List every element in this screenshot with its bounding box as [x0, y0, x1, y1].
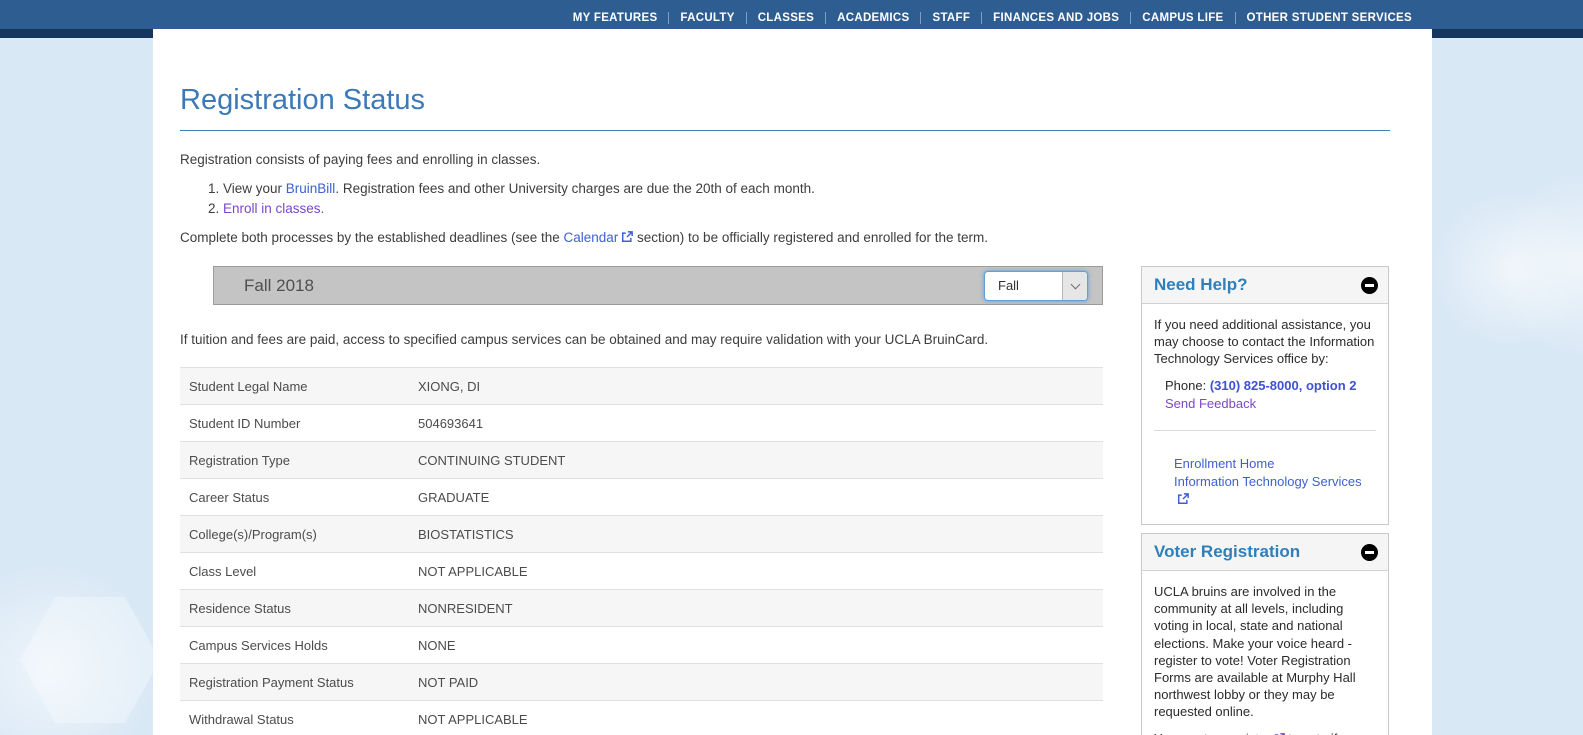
- external-link-icon: [621, 231, 634, 246]
- registration-steps-list: View your BruinBill. Registration fees a…: [180, 181, 1390, 216]
- phone-block: Phone: (310) 825-8000, option 2 Send Fee…: [1165, 377, 1376, 412]
- table-row: Registration Type CONTINUING STUDENT: [180, 441, 1103, 479]
- term-select[interactable]: Fall: [984, 270, 1088, 301]
- voter-registration-box: Voter Registration UCLA bruins are invol…: [1141, 533, 1389, 735]
- external-link-icon: [1177, 492, 1189, 510]
- collapse-minus-icon[interactable]: [1361, 543, 1378, 561]
- row-value: BIOSTATISTICS: [418, 526, 514, 542]
- step1-text-pre: View your: [223, 181, 286, 196]
- row-value: NOT PAID: [418, 674, 479, 690]
- nav-separator: [668, 12, 670, 24]
- nav-separator: [745, 12, 747, 24]
- list-item: View your BruinBill. Registration fees a…: [223, 181, 1390, 196]
- bruinbill-link[interactable]: BruinBill: [286, 181, 336, 196]
- tuition-notice-text: If tuition and fees are paid, access to …: [180, 332, 989, 347]
- table-row: Student Legal Name XIONG, DI: [180, 367, 1103, 405]
- divider: [1154, 429, 1376, 431]
- need-help-header: Need Help?: [1142, 267, 1388, 304]
- phone-label: Phone:: [1165, 378, 1210, 394]
- row-value: GRADUATE: [418, 489, 490, 505]
- voter-para1: UCLA bruins are involved in the communit…: [1154, 584, 1356, 720]
- decor-bokeh: [0, 560, 160, 735]
- table-row: Class Level NOT APPLICABLE: [180, 553, 1103, 590]
- nav-separator: [920, 12, 922, 24]
- table-row: Registration Payment Status NOT PAID: [180, 663, 1103, 701]
- term-select-value: Fall: [998, 278, 1019, 293]
- table-row: Withdrawal Status NOT APPLICABLE: [180, 701, 1103, 735]
- row-value: CONTINUING STUDENT: [418, 452, 566, 468]
- row-value: 504693641: [418, 415, 484, 431]
- nav-staff[interactable]: STAFF: [932, 12, 970, 24]
- nav-separator: [825, 12, 827, 24]
- table-row: Campus Services Holds NONE: [180, 627, 1103, 664]
- need-help-title: Need Help?: [1154, 275, 1248, 294]
- nav-campus-life[interactable]: CAMPUS LIFE: [1142, 12, 1223, 24]
- voter-registration-header: Voter Registration: [1142, 534, 1388, 572]
- row-label: Withdrawal Status: [189, 711, 294, 727]
- phone-link[interactable]: (310) 825-8000, option 2: [1210, 378, 1357, 393]
- list-item: Enroll in classes.: [223, 201, 1390, 216]
- page-viewport: MY FEATURES FACULTY CLASSES ACADEMICS ST…: [0, 0, 1583, 735]
- sidebar: Need Help? If you need additional assist…: [1141, 266, 1389, 735]
- table-row: Student ID Number 504693641: [180, 405, 1103, 442]
- table-row: College(s)/Program(s) BIOSTATISTICS: [180, 515, 1103, 553]
- help-links: Enrollment Home Information Technology S…: [1174, 455, 1376, 511]
- term-select-button[interactable]: [1062, 271, 1087, 300]
- row-label: Registration Type: [189, 452, 290, 468]
- row-label: College(s)/Program(s): [189, 526, 317, 542]
- voter-para2: You must re-register to vote if you have…: [1154, 730, 1376, 735]
- external-link-icon: [1274, 731, 1285, 735]
- calendar-link[interactable]: Calendar: [563, 230, 634, 246]
- re-register-link[interactable]: re-register: [1211, 731, 1285, 735]
- need-help-body: If you need additional assistance, you m…: [1142, 304, 1388, 524]
- enrollment-home-link[interactable]: Enrollment Home: [1174, 456, 1274, 471]
- nav-academics[interactable]: ACADEMICS: [837, 12, 909, 24]
- row-label: Career Status: [189, 489, 270, 505]
- row-label: Class Level: [189, 563, 257, 579]
- enroll-in-classes-link[interactable]: Enroll in classes.: [223, 201, 324, 216]
- row-value: NONE: [418, 637, 456, 653]
- nav-other-student-services[interactable]: OTHER STUDENT SERVICES: [1247, 12, 1413, 24]
- registration-status-table: Student Legal Name XIONG, DI Student ID …: [180, 367, 1103, 735]
- nav-classes[interactable]: CLASSES: [758, 12, 814, 24]
- it-services-link[interactable]: Information Technology Services: [1174, 474, 1362, 507]
- content-panel: Registration Status Registration consist…: [153, 29, 1432, 735]
- nav-separator: [981, 12, 983, 24]
- nav-finances-and-jobs[interactable]: FINANCES AND JOBS: [993, 12, 1119, 24]
- intro-text: Registration consists of paying fees and…: [180, 152, 541, 167]
- row-label: Residence Status: [189, 600, 291, 616]
- row-label: Campus Services Holds: [189, 637, 328, 653]
- nav-separator: [1130, 12, 1132, 24]
- row-value: NONRESIDENT: [418, 600, 513, 616]
- chevron-down-icon: [1070, 279, 1080, 289]
- row-label: Registration Payment Status: [189, 674, 354, 690]
- nav-faculty[interactable]: FACULTY: [680, 12, 734, 24]
- collapse-minus-icon[interactable]: [1361, 276, 1378, 294]
- row-value: NOT APPLICABLE: [418, 711, 528, 727]
- table-row: Career Status GRADUATE: [180, 479, 1103, 516]
- content-columns: Fall 2018 Fall If tuition and fees are p…: [180, 266, 1390, 735]
- row-label: Student Legal Name: [189, 378, 308, 394]
- row-value: NOT APPLICABLE: [418, 563, 528, 579]
- send-feedback-link[interactable]: Send Feedback: [1165, 396, 1256, 411]
- main-column: Fall 2018 Fall If tuition and fees are p…: [180, 266, 1103, 735]
- voter-registration-body: UCLA bruins are involved in the communit…: [1142, 571, 1388, 735]
- deadline-text-post: section) to be officially registered and…: [633, 230, 988, 245]
- term-bar: Fall 2018 Fall: [213, 266, 1103, 305]
- nav-separator: [1234, 12, 1236, 24]
- step1-text-post: . Registration fees and other University…: [335, 181, 815, 196]
- page-title: Registration Status: [180, 84, 1390, 131]
- nav-my-features[interactable]: MY FEATURES: [573, 12, 658, 24]
- row-label: Student ID Number: [189, 415, 301, 431]
- need-help-text: If you need additional assistance, you m…: [1154, 317, 1375, 367]
- voter-registration-title: Voter Registration: [1154, 542, 1301, 562]
- term-heading: Fall 2018: [244, 275, 314, 295]
- row-value: XIONG, DI: [418, 378, 481, 394]
- voter-para2-pre: You must: [1154, 731, 1211, 735]
- deadline-text-pre: Complete both processes by the establish…: [180, 230, 564, 245]
- need-help-box: Need Help? If you need additional assist…: [1141, 266, 1389, 526]
- deadline-text: Complete both processes by the establish…: [180, 230, 1390, 246]
- table-row: Residence Status NONRESIDENT: [180, 589, 1103, 627]
